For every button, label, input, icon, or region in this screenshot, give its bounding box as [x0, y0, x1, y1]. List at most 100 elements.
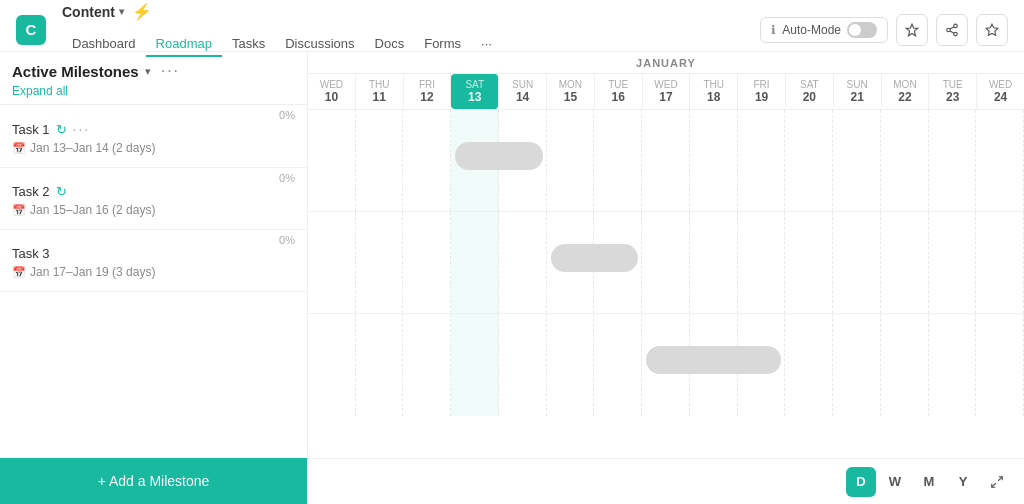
- auto-mode-toggle[interactable]: [847, 22, 877, 38]
- day-name-24: WED: [989, 79, 1012, 90]
- gantt-cell-3-14: [976, 314, 1024, 416]
- day-col-21: SUN21: [834, 74, 882, 109]
- day-name-19: FRI: [754, 79, 770, 90]
- svg-point-2: [954, 32, 958, 36]
- gantt-cell-1-11: [833, 110, 881, 211]
- view-btn-d[interactable]: D: [846, 467, 876, 497]
- day-name-11: THU: [369, 79, 390, 90]
- share-button[interactable]: [936, 14, 968, 46]
- day-name-17: WED: [654, 79, 677, 90]
- day-name-13: SAT: [465, 79, 484, 90]
- svg-line-7: [992, 483, 996, 487]
- day-col-13: SAT13: [451, 74, 499, 109]
- task1-name[interactable]: Task 1: [12, 122, 50, 137]
- milestones-chevron[interactable]: ▾: [145, 65, 151, 78]
- view-btn-y[interactable]: Y: [948, 467, 978, 497]
- left-panel: Active Milestones ▾ ··· Expand all 0% Ta…: [0, 52, 308, 504]
- day-num-24: 24: [994, 90, 1007, 104]
- top-bar-right: ℹ Auto-Mode: [760, 14, 1008, 46]
- svg-point-1: [947, 28, 951, 32]
- title-dropdown-icon[interactable]: ▾: [119, 6, 124, 17]
- task2-progress: 0%: [279, 172, 295, 184]
- gantt-cell-3-10: [785, 314, 833, 416]
- view-btn-m[interactable]: M: [914, 467, 944, 497]
- app-title: Content: [62, 4, 115, 20]
- task2-date-range: Jan 15–Jan 16 (2 days): [30, 203, 155, 217]
- month-header: JANUARY: [308, 52, 1024, 74]
- gantt-cell-1-10: [785, 110, 833, 211]
- task-section-1: 0% Task 1 ↻ ··· 📅 Jan 13–Jan 14 (2 days): [0, 105, 307, 168]
- task-section-3: 0% Task 3 📅 Jan 17–Jan 19 (3 days): [0, 230, 307, 292]
- svg-line-4: [950, 26, 954, 28]
- day-col-15: MON15: [547, 74, 595, 109]
- task3-date-range: Jan 17–Jan 19 (3 days): [30, 265, 155, 279]
- gantt-cell-1-6: [594, 110, 642, 211]
- task-bar-3[interactable]: [646, 346, 781, 374]
- gantt-cell-1-5: [547, 110, 595, 211]
- svg-point-0: [954, 24, 958, 28]
- task1-more-button[interactable]: ···: [73, 121, 91, 137]
- task-section-2: 0% Task 2 ↻ 📅 Jan 15–Jan 16 (2 days): [0, 168, 307, 230]
- gantt-cell-2-0: [308, 212, 356, 313]
- svg-line-6: [998, 476, 1002, 480]
- gantt-cell-3-2: [403, 314, 451, 416]
- star-button[interactable]: [976, 14, 1008, 46]
- view-btn-w[interactable]: W: [880, 467, 910, 497]
- day-col-24: WED24: [977, 74, 1024, 109]
- task1-date-range: Jan 13–Jan 14 (2 days): [30, 141, 155, 155]
- expand-all-button[interactable]: Expand all: [12, 84, 68, 98]
- gantt-cell-3-5: [547, 314, 595, 416]
- day-num-13: 13: [468, 90, 481, 104]
- fullscreen-button[interactable]: [982, 467, 1012, 497]
- pin-button[interactable]: [896, 14, 928, 46]
- gantt-row-task-3: [308, 314, 1024, 416]
- main-area: Active Milestones ▾ ··· Expand all 0% Ta…: [0, 52, 1024, 504]
- day-name-18: THU: [703, 79, 724, 90]
- gantt-cell-1-13: [929, 110, 977, 211]
- gantt-cell-2-7: [642, 212, 690, 313]
- svg-line-3: [950, 30, 954, 32]
- task-bar-2[interactable]: [551, 244, 638, 272]
- day-num-19: 19: [755, 90, 768, 104]
- gantt-cell-2-3: [451, 212, 499, 313]
- task3-calendar-icon: 📅: [12, 266, 26, 279]
- task1-sync-icon: ↻: [56, 122, 67, 137]
- gantt-cell-1-1: [356, 110, 404, 211]
- milestones-more-button[interactable]: ···: [161, 62, 180, 80]
- day-num-17: 17: [659, 90, 672, 104]
- gantt-cell-3-0: [308, 314, 356, 416]
- gantt-cell-2-4: [499, 212, 547, 313]
- days-header: WED10THU11FRI12SAT13SUN14MON15TUE16WED17…: [308, 74, 1024, 110]
- gantt-area: JANUARY WED10THU11FRI12SAT13SUN14MON15TU…: [308, 52, 1024, 504]
- day-col-14: SUN14: [499, 74, 547, 109]
- tasks-list: 0% Task 1 ↻ ··· 📅 Jan 13–Jan 14 (2 days)…: [0, 105, 307, 458]
- task2-name[interactable]: Task 2: [12, 184, 50, 199]
- day-col-19: FRI19: [738, 74, 786, 109]
- top-bar: C Content ▾ ⚡ Dashboard Roadmap Tasks Di…: [0, 0, 1024, 52]
- gantt-cell-1-2: [403, 110, 451, 211]
- task-bar-1[interactable]: [455, 142, 542, 170]
- day-name-22: MON: [893, 79, 916, 90]
- day-num-10: 10: [325, 90, 338, 104]
- day-num-18: 18: [707, 90, 720, 104]
- gantt-cell-2-13: [929, 212, 977, 313]
- add-milestone-button[interactable]: + Add a Milestone: [0, 458, 307, 504]
- day-num-14: 14: [516, 90, 529, 104]
- gantt-cell-2-11: [833, 212, 881, 313]
- svg-marker-5: [986, 24, 998, 35]
- bottom-bar: DWMY: [308, 458, 1024, 504]
- gantt-cell-3-13: [929, 314, 977, 416]
- milestones-header: Active Milestones ▾ ··· Expand all: [0, 52, 307, 105]
- gantt-cell-2-12: [881, 212, 929, 313]
- gantt-cell-2-10: [785, 212, 833, 313]
- day-col-10: WED10: [308, 74, 356, 109]
- gantt-cell-2-9: [738, 212, 786, 313]
- day-num-12: 12: [420, 90, 433, 104]
- task3-name[interactable]: Task 3: [12, 246, 50, 261]
- day-name-10: WED: [320, 79, 343, 90]
- gantt-cell-1-12: [881, 110, 929, 211]
- task1-calendar-icon: 📅: [12, 142, 26, 155]
- gantt-cell-1-0: [308, 110, 356, 211]
- day-col-22: MON22: [882, 74, 930, 109]
- app-icon: C: [16, 15, 46, 45]
